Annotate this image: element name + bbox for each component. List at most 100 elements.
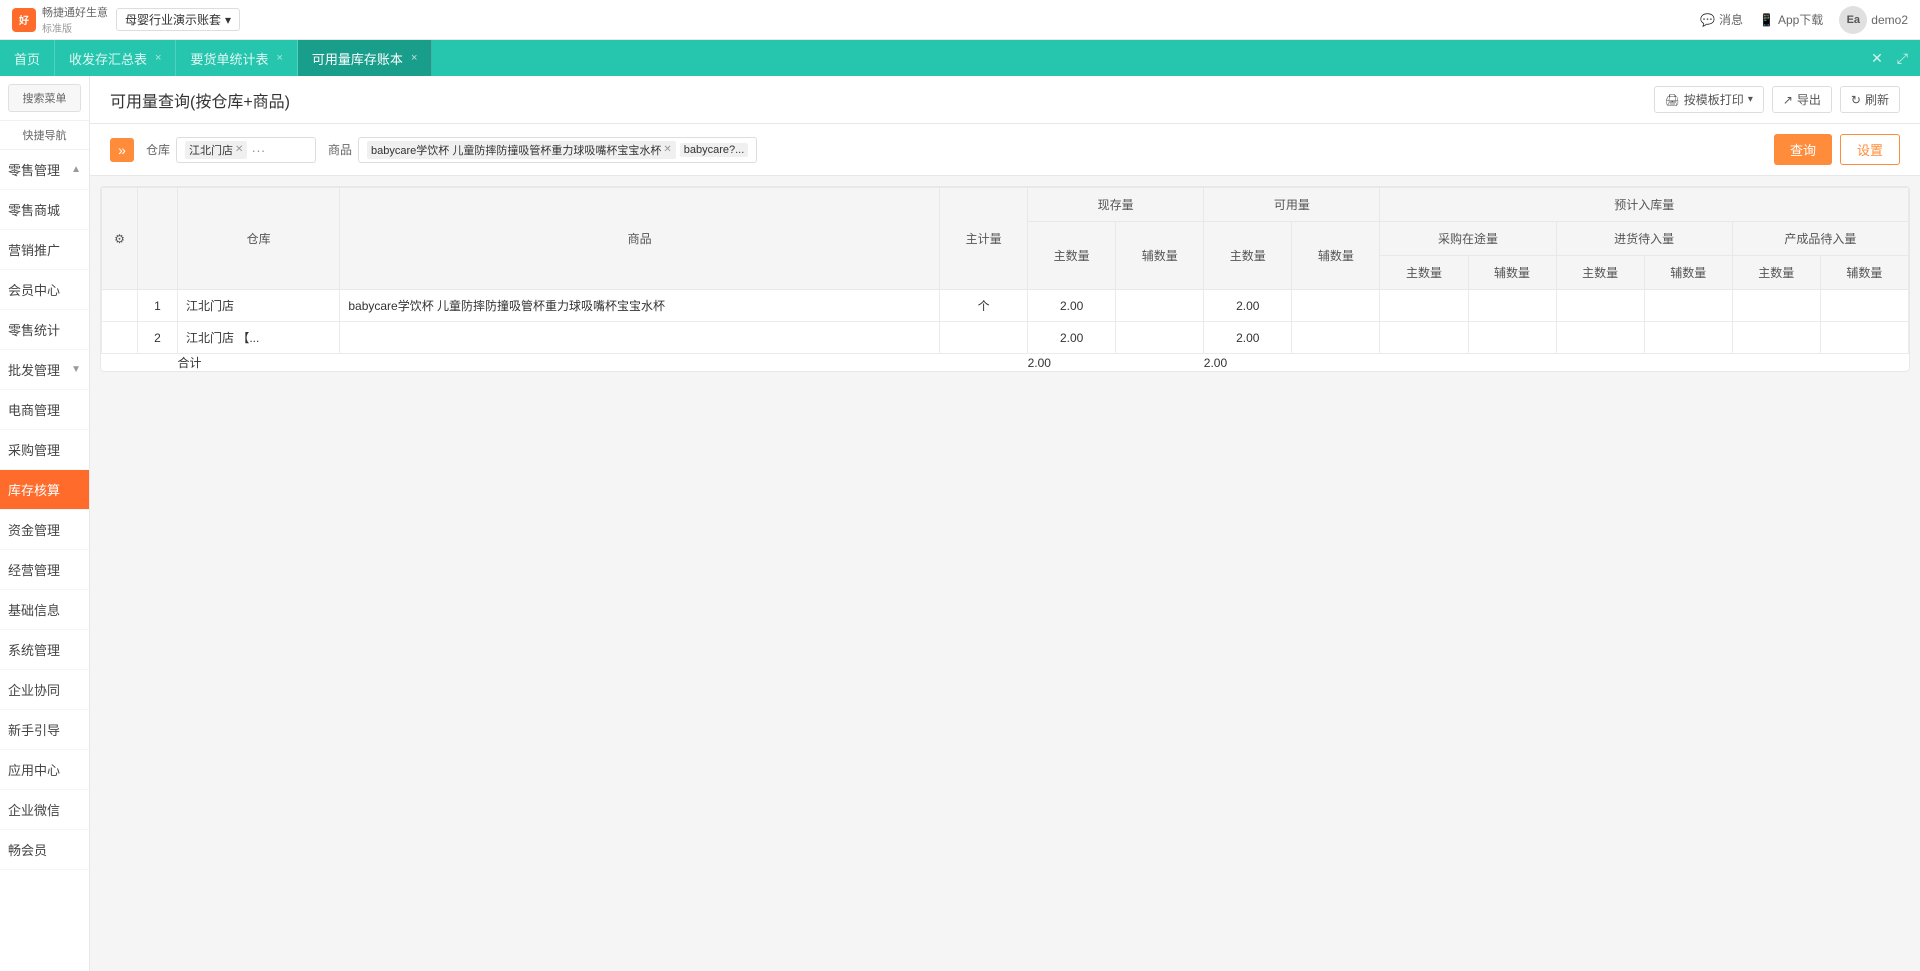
col-current-stock-header: 现存量 bbox=[1028, 188, 1204, 222]
close-tab2-button[interactable]: × bbox=[276, 52, 282, 64]
sidebar-item-wholesale[interactable]: 批发管理 ▼ bbox=[0, 350, 89, 390]
chevron-icon: ▼ bbox=[71, 364, 81, 375]
col-warehouse-header: 仓库 bbox=[178, 188, 340, 290]
sidebar-item-newbie-guide[interactable]: 新手引导 bbox=[0, 710, 89, 750]
close-tab3-button[interactable]: × bbox=[411, 52, 417, 64]
sidebar-quick-nav[interactable]: 快捷导航 bbox=[0, 121, 89, 150]
sidebar-item-retail-mall[interactable]: 零售商城 bbox=[0, 190, 89, 230]
gear-icon[interactable]: ⚙ bbox=[114, 232, 125, 246]
row1-gear-cell bbox=[102, 290, 138, 322]
row1-current-sub-cell bbox=[1116, 290, 1204, 322]
product-filter-group: 商品 babycare学饮杯 儿童防摔防撞吸管杯重力球吸嘴杯宝宝水杯 ✕ bab… bbox=[328, 137, 757, 163]
refresh-button[interactable]: ↻ 刷新 bbox=[1840, 86, 1900, 113]
col-current-sub-header: 辅数量 bbox=[1116, 222, 1204, 290]
col-available-main-header: 主数量 bbox=[1204, 222, 1292, 290]
summary-production-main-cell bbox=[1732, 354, 1820, 372]
logo-icon: 好 bbox=[12, 8, 36, 32]
col-production-main-header: 主数量 bbox=[1732, 256, 1820, 290]
row2-available-sub-cell bbox=[1292, 322, 1380, 354]
summary-current-main-cell: 2.00 bbox=[1028, 354, 1116, 372]
search-menu-button[interactable]: 搜索菜单 bbox=[8, 84, 81, 112]
sidebar-item-retail-stats[interactable]: 零售统计 bbox=[0, 310, 89, 350]
sidebar-item-purchase[interactable]: 采购管理 bbox=[0, 430, 89, 470]
message-button[interactable]: 💬 消息 bbox=[1700, 11, 1743, 28]
app-download-button[interactable]: 📱 App下载 bbox=[1759, 11, 1823, 28]
warehouse-input[interactable]: 江北门店 ✕ ··· bbox=[176, 137, 316, 163]
nav-tab-actions: ✕ ⤢ bbox=[1859, 40, 1920, 76]
row2-unit-cell bbox=[940, 322, 1028, 354]
sidebar-item-inventory[interactable]: 库存核算 bbox=[0, 470, 89, 510]
col-purchase-group-header: 采购在途量 bbox=[1380, 222, 1556, 256]
row2-gear-cell bbox=[102, 322, 138, 354]
row2-production-main-cell bbox=[1732, 322, 1820, 354]
remove-warehouse-tag-button[interactable]: ✕ bbox=[235, 144, 243, 155]
close-tab1-button[interactable]: × bbox=[155, 52, 161, 64]
page-header: 可用量查询(按仓库+商品) 🖨 按模板打印 ▾ ↗ 导出 ↻ 刷新 bbox=[90, 76, 1920, 124]
sidebar-item-wechat-enterprise[interactable]: 企业微信 bbox=[0, 790, 89, 830]
row1-unit-cell: 个 bbox=[940, 290, 1028, 322]
row1-current-main-cell: 2.00 bbox=[1028, 290, 1116, 322]
more-options-icon[interactable]: ··· bbox=[251, 142, 265, 158]
row2-current-main-cell: 2.00 bbox=[1028, 322, 1116, 354]
export-button[interactable]: ↗ 导出 bbox=[1772, 86, 1832, 113]
col-available-sub-header: 辅数量 bbox=[1292, 222, 1380, 290]
sidebar-item-member-center[interactable]: 会员中心 bbox=[0, 270, 89, 310]
product-tag-1: babycare学饮杯 儿童防摔防撞吸管杯重力球吸嘴杯宝宝水杯 ✕ bbox=[367, 141, 676, 159]
close-all-tabs-button[interactable]: ✕ bbox=[1867, 48, 1887, 69]
col-incoming-main-header: 主数量 bbox=[1556, 256, 1644, 290]
row1-purchase-sub-cell bbox=[1468, 290, 1556, 322]
setting-button[interactable]: 设置 bbox=[1840, 134, 1900, 165]
tab-receive-summary[interactable]: 收发存汇总表 × bbox=[55, 40, 176, 76]
filter-expand-button[interactable]: » bbox=[110, 138, 134, 162]
sidebar-item-app-center[interactable]: 应用中心 bbox=[0, 750, 89, 790]
industry-selector[interactable]: 母婴行业演示账套 ▾ bbox=[116, 8, 240, 31]
summary-label-cell: 合计 bbox=[178, 354, 340, 372]
summary-product-cell bbox=[340, 354, 940, 372]
sidebar-item-operations[interactable]: 经营管理 bbox=[0, 550, 89, 590]
top-bar: 好 畅捷通好生意 标准版 母婴行业演示账套 ▾ 💬 消息 📱 App下载 Ea … bbox=[0, 0, 1920, 40]
sidebar-item-system[interactable]: 系统管理 bbox=[0, 630, 89, 670]
sidebar-item-basic-info[interactable]: 基础信息 bbox=[0, 590, 89, 630]
table-header-row-1: ⚙ 仓库 商品 主计量 现存量 可用量 预计入库量 bbox=[102, 188, 1909, 222]
product-label: 商品 bbox=[328, 141, 352, 158]
sidebar-item-marketing[interactable]: 营销推广 bbox=[0, 230, 89, 270]
print-button[interactable]: 🖨 按模板打印 ▾ bbox=[1654, 86, 1764, 113]
dropdown-arrow-icon: ▾ bbox=[1748, 94, 1753, 105]
expand-button[interactable]: ⤢ bbox=[1893, 48, 1912, 69]
row1-seq-cell: 1 bbox=[138, 290, 178, 322]
tab-order-stats[interactable]: 要货单统计表 × bbox=[176, 40, 297, 76]
row1-available-sub-cell bbox=[1292, 290, 1380, 322]
summary-available-main-cell: 2.00 bbox=[1204, 354, 1292, 372]
sidebar-item-retail-management[interactable]: 零售管理 ▲ bbox=[0, 150, 89, 190]
summary-current-sub-cell bbox=[1116, 354, 1204, 372]
summary-production-sub-cell bbox=[1820, 354, 1908, 372]
col-purchase-sub-header: 辅数量 bbox=[1468, 256, 1556, 290]
tab-home[interactable]: 首页 bbox=[0, 40, 55, 76]
sidebar-item-ecommerce[interactable]: 电商管理 bbox=[0, 390, 89, 430]
query-button[interactable]: 查询 bbox=[1774, 134, 1832, 165]
col-incoming-group-header: 进货待入量 bbox=[1556, 222, 1732, 256]
tab-available-stock[interactable]: 可用量库存账本 × bbox=[298, 40, 432, 76]
remove-product1-tag-button[interactable]: ✕ bbox=[663, 144, 671, 155]
row2-purchase-main-cell bbox=[1380, 322, 1468, 354]
table-container: ⚙ 仓库 商品 主计量 现存量 可用量 预计入库量 主数量 辅数量 主数量 bbox=[100, 186, 1910, 372]
sidebar-item-finance[interactable]: 资金管理 bbox=[0, 510, 89, 550]
summary-incoming-main-cell bbox=[1556, 354, 1644, 372]
filter-bar: » 仓库 江北门店 ✕ ··· 商品 babycare学饮杯 儿童防摔防撞吸管杯… bbox=[90, 124, 1920, 176]
sidebar-item-member-product[interactable]: 畅会员 bbox=[0, 830, 89, 870]
summary-row: 合计 2.00 2.00 bbox=[102, 354, 1909, 372]
nav-tabs: 首页 收发存汇总表 × 要货单统计表 × 可用量库存账本 × ✕ ⤢ bbox=[0, 40, 1920, 76]
sidebar-item-enterprise-collab[interactable]: 企业协同 bbox=[0, 670, 89, 710]
row2-incoming-main-cell bbox=[1556, 322, 1644, 354]
warehouse-label: 仓库 bbox=[146, 141, 170, 158]
col-production-group-header: 产成品待入量 bbox=[1732, 222, 1908, 256]
data-table: ⚙ 仓库 商品 主计量 现存量 可用量 预计入库量 主数量 辅数量 主数量 bbox=[101, 187, 1909, 371]
summary-gear-cell bbox=[102, 354, 138, 372]
product-input[interactable]: babycare学饮杯 儿童防摔防撞吸管杯重力球吸嘴杯宝宝水杯 ✕ babyca… bbox=[358, 137, 757, 163]
user-avatar-button[interactable]: Ea demo2 bbox=[1839, 6, 1908, 34]
row2-available-main-cell: 2.00 bbox=[1204, 322, 1292, 354]
table-row: 2 江北门店 【... 2.00 2.00 bbox=[102, 322, 1909, 354]
row2-warehouse-cell: 江北门店 【... bbox=[178, 322, 340, 354]
col-purchase-main-header: 主数量 bbox=[1380, 256, 1468, 290]
col-available-header: 可用量 bbox=[1204, 188, 1380, 222]
